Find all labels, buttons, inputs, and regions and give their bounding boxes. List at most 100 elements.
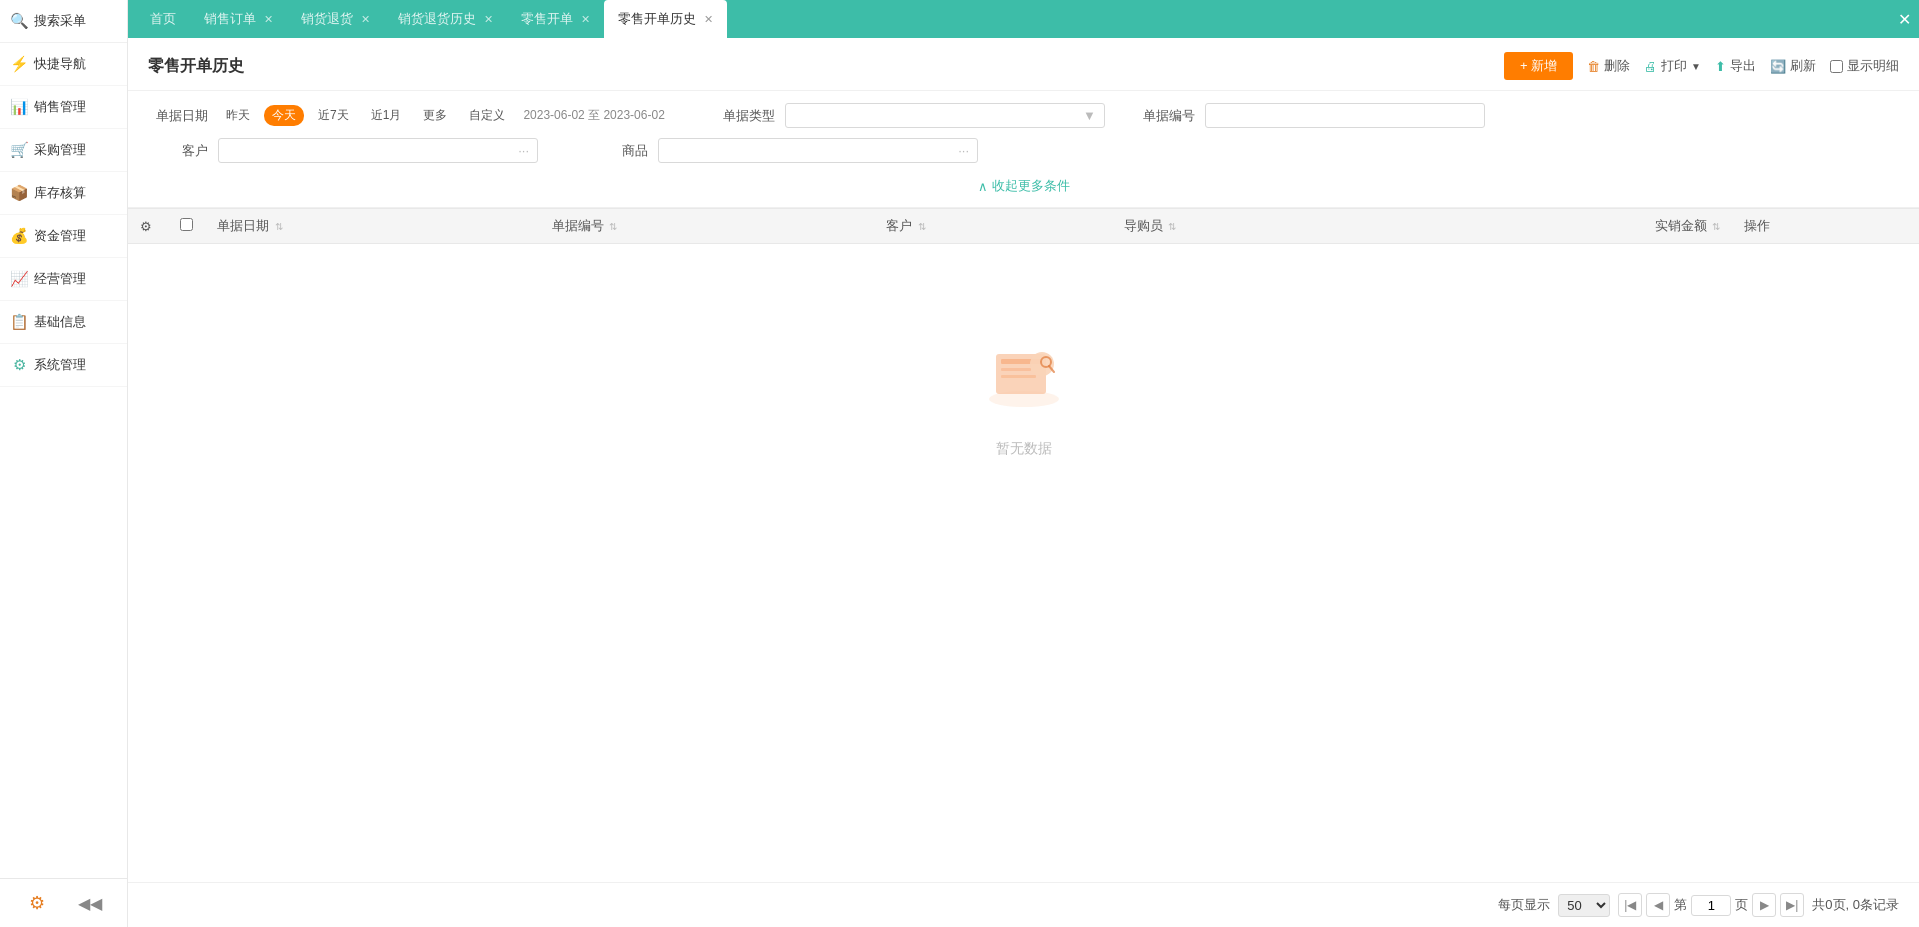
date-7days[interactable]: 近7天: [310, 105, 357, 126]
sidebar-item-label: 快捷导航: [34, 55, 86, 73]
tab-sales-return-label: 销货退货: [301, 10, 353, 28]
sales-icon: 📊: [10, 98, 28, 116]
tab-sales-return-history[interactable]: 销货退货历史 ✕: [384, 0, 507, 38]
quick-nav-icon: ⚡: [10, 55, 28, 73]
refresh-button[interactable]: 🔄 刷新: [1770, 57, 1816, 75]
operations-icon: 📈: [10, 270, 28, 288]
finance-icon: 💰: [10, 227, 28, 245]
pagination: 每页显示 50 10 20 100 |◀ ◀ 第 1 页 ▶ ▶| 共0页, 0…: [128, 882, 1919, 927]
th-no[interactable]: 单据编号 ⇅: [540, 209, 875, 244]
th-date[interactable]: 单据日期 ⇅: [205, 209, 540, 244]
th-customer-label: 客户: [886, 218, 912, 233]
sidebar-item-purchase-mgmt[interactable]: 🛒 采购管理: [0, 129, 127, 172]
collapse-icon[interactable]: ◀◀: [76, 889, 104, 917]
tab-close-icon[interactable]: ✕: [581, 13, 590, 26]
date-options: 昨天 今天 近7天 近1月 更多 自定义 2023-06-02 至 2023-0…: [218, 105, 665, 126]
tab-home[interactable]: 首页: [136, 0, 190, 38]
sidebar-item-quick-nav[interactable]: ⚡ 快捷导航: [0, 43, 127, 86]
collapse-row[interactable]: ∧ 收起更多条件: [148, 173, 1899, 195]
bill-no-label: 单据编号: [1135, 107, 1195, 125]
sidebar-item-inventory[interactable]: 📦 库存核算: [0, 172, 127, 215]
customer-label: 客户: [148, 142, 208, 160]
bill-no-input[interactable]: [1205, 103, 1485, 128]
per-page-select[interactable]: 50 10 20 100: [1558, 894, 1610, 917]
th-checkbox[interactable]: [168, 209, 205, 244]
sidebar-item-sales-mgmt[interactable]: 📊 销售管理: [0, 86, 127, 129]
current-page-input[interactable]: 1: [1691, 895, 1731, 916]
goods-input[interactable]: ···: [658, 138, 978, 163]
print-button[interactable]: 🖨 打印 ▼: [1644, 57, 1701, 75]
tab-close-icon[interactable]: ✕: [704, 13, 713, 26]
filter-row-1: 单据日期 昨天 今天 近7天 近1月 更多 自定义 2023-06-02 至 2…: [148, 103, 1899, 128]
settings-gear-icon[interactable]: ⚙: [140, 219, 152, 234]
sort-date-icon: ⇅: [275, 221, 283, 232]
main-area: 首页 销售订单 ✕ 销货退货 ✕ 销货退货历史 ✕ 零售开单 ✕ 零售开单历史 …: [128, 0, 1919, 927]
sidebar-item-label: 经营管理: [34, 270, 86, 288]
tab-retail-open[interactable]: 零售开单 ✕: [507, 0, 604, 38]
tab-sales-return[interactable]: 销货退货 ✕: [287, 0, 384, 38]
th-amount-label: 实销金额: [1655, 218, 1707, 233]
next-page-btn[interactable]: ▶: [1752, 893, 1776, 917]
sidebar-item-operations[interactable]: 📈 经营管理: [0, 258, 127, 301]
show-detail-checkbox[interactable]: 显示明细: [1830, 57, 1899, 75]
settings-icon[interactable]: ⚙: [23, 889, 51, 917]
page-title: 零售开单历史: [148, 56, 244, 77]
th-action: 操作: [1732, 209, 1919, 244]
goods-more-icon[interactable]: ···: [958, 143, 969, 158]
show-detail-input[interactable]: [1830, 60, 1843, 73]
date-yesterday[interactable]: 昨天: [218, 105, 258, 126]
tab-close-icon[interactable]: ✕: [484, 13, 493, 26]
tab-retail-open-history[interactable]: 零售开单历史 ✕: [604, 0, 727, 38]
tab-bar: 首页 销售订单 ✕ 销货退货 ✕ 销货退货历史 ✕ 零售开单 ✕ 零售开单历史 …: [128, 0, 1919, 38]
page-header: 零售开单历史 + 新增 🗑 删除 🖨 打印 ▼ ⬆ 导出 🔄: [128, 38, 1919, 91]
tab-retail-open-history-label: 零售开单历史: [618, 10, 696, 28]
sidebar-item-sys-mgmt[interactable]: ⚙ 系统管理: [0, 344, 127, 387]
sort-amount-icon: ⇅: [1712, 221, 1720, 232]
sidebar: 🔍 搜索采单 ⚡ 快捷导航 📊 销售管理 🛒 采购管理 📦 库存核算 💰 资金管…: [0, 0, 128, 927]
date-custom[interactable]: 自定义: [461, 105, 513, 126]
close-all-icon[interactable]: ✕: [1898, 10, 1911, 29]
basic-info-icon: 📋: [10, 313, 28, 331]
bill-type-select[interactable]: ▼: [785, 103, 1105, 128]
th-customer[interactable]: 客户 ⇅: [874, 209, 1112, 244]
refresh-icon: 🔄: [1770, 59, 1786, 74]
purchase-icon: 🛒: [10, 141, 28, 159]
th-salesperson[interactable]: 导购员 ⇅: [1112, 209, 1398, 244]
goods-text-input[interactable]: [667, 143, 958, 158]
date-range-display: 2023-06-02 至 2023-06-02: [523, 107, 664, 124]
date-today[interactable]: 今天: [264, 105, 304, 126]
th-settings[interactable]: ⚙: [128, 209, 168, 244]
date-more[interactable]: 更多: [415, 105, 455, 126]
date-1month[interactable]: 近1月: [363, 105, 410, 126]
bill-no-text-input[interactable]: [1214, 108, 1476, 123]
page-label: 第: [1674, 896, 1687, 914]
sidebar-search[interactable]: 🔍 搜索采单: [0, 0, 127, 43]
empty-state: 暂无数据: [128, 244, 1919, 538]
tab-sales-order[interactable]: 销售订单 ✕: [190, 0, 287, 38]
sidebar-item-finance[interactable]: 💰 资金管理: [0, 215, 127, 258]
bill-type-dropdown-icon: ▼: [1083, 108, 1096, 123]
customer-input[interactable]: ···: [218, 138, 538, 163]
inventory-icon: 📦: [10, 184, 28, 202]
sidebar-search-label: 搜索采单: [34, 12, 86, 30]
export-button[interactable]: ⬆ 导出: [1715, 57, 1756, 75]
table-container: ⚙ 单据日期 ⇅ 单据编号 ⇅: [128, 208, 1919, 882]
empty-text: 暂无数据: [996, 440, 1052, 458]
filter-row-2: 客户 ··· 商品 ···: [148, 138, 1899, 163]
tab-close-icon[interactable]: ✕: [264, 13, 273, 26]
page-nav: |◀ ◀ 第 1 页 ▶ ▶|: [1618, 893, 1804, 917]
customer-text-input[interactable]: [227, 143, 518, 158]
select-all-checkbox[interactable]: [180, 218, 193, 231]
last-page-btn[interactable]: ▶|: [1780, 893, 1804, 917]
th-amount[interactable]: 实销金额 ⇅: [1398, 209, 1733, 244]
delete-button[interactable]: 🗑 删除: [1587, 57, 1630, 75]
sidebar-item-label: 基础信息: [34, 313, 86, 331]
total-info: 共0页, 0条记录: [1812, 896, 1899, 914]
customer-more-icon[interactable]: ···: [518, 143, 529, 158]
sidebar-item-basic-info[interactable]: 📋 基础信息: [0, 301, 127, 344]
add-button[interactable]: + 新增: [1504, 52, 1573, 80]
prev-page-btn[interactable]: ◀: [1646, 893, 1670, 917]
tab-close-icon[interactable]: ✕: [361, 13, 370, 26]
first-page-btn[interactable]: |◀: [1618, 893, 1642, 917]
sidebar-item-label: 库存核算: [34, 184, 86, 202]
